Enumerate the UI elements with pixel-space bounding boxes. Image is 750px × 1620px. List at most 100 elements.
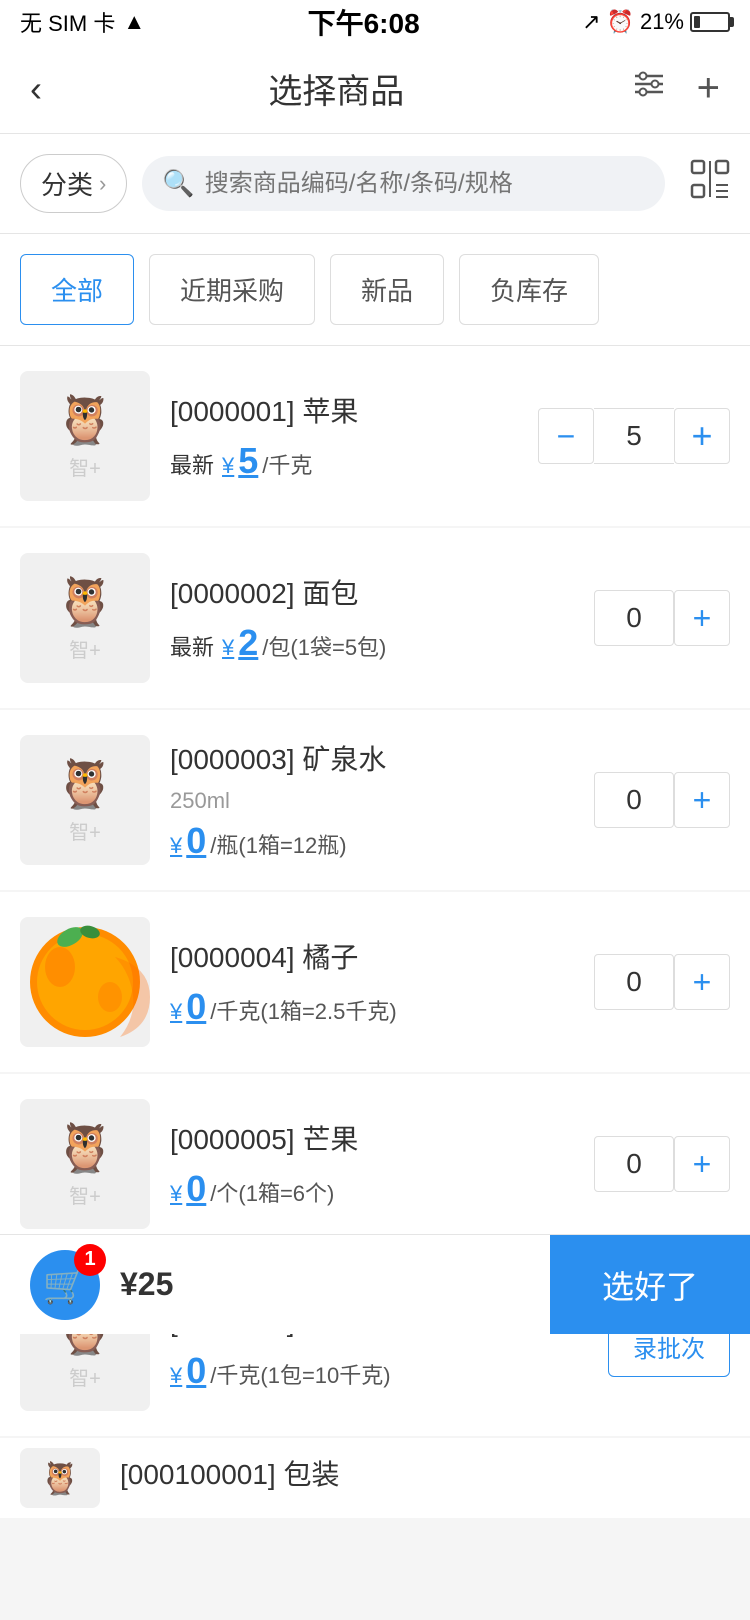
page-title: 选择商品 [268,64,404,113]
price-value: 5 [238,440,258,482]
product-name: [000100001] 包装 [120,1453,730,1493]
price-value: 0 [186,986,206,1028]
product-info: [0000004] 橘子 ¥ 0 /千克(1箱=2.5千克) [170,936,574,1028]
cart-total: ¥25 [120,1266,173,1303]
owl-text: 智+ [69,1180,101,1209]
price-symbol: ¥ [170,1363,182,1389]
product-name: [0000001] 苹果 [170,390,518,430]
tab-all[interactable]: 全部 [20,254,134,325]
tab-new[interactable]: 新品 [330,254,444,325]
status-bar: 无 SIM 卡 ▲ 下午6:08 ↗ ⏰ 21% [0,0,750,44]
cart-badge: 1 [74,1244,106,1276]
product-item: 🦉 智+ [0000003] 矿泉水 250ml ¥ 0 /瓶(1箱=12瓶) … [0,710,750,890]
cart-area: 🛒 1 ¥25 [0,1250,550,1320]
qty-increase-button[interactable]: + [674,772,730,828]
product-name: [0000005] 芒果 [170,1118,574,1158]
product-spec: 250ml [170,788,574,814]
battery-icon [690,12,730,32]
cart-button[interactable]: 🛒 1 [30,1250,100,1320]
search-bar: 🔍 [142,156,665,211]
product-image: 🦉 智+ [20,371,150,501]
product-image: 🦉 智+ [20,1099,150,1229]
product-name: [0000004] 橘子 [170,936,574,976]
price-value: 0 [186,820,206,862]
qty-input[interactable] [594,1136,674,1192]
owl-icon: 🦉 [40,1459,80,1497]
price-value: 0 [186,1350,206,1392]
price-value: 0 [186,1168,206,1210]
price-unit: /千克 [262,448,312,480]
price-unit: /千克(1包=10千克) [210,1358,390,1390]
carrier-text: 无 SIM 卡 [20,6,115,38]
product-image [20,917,150,1047]
location-icon: ↗ [582,9,600,35]
orange-image [20,917,150,1047]
price-symbol: ¥ [222,635,234,661]
price-symbol: ¥ [222,453,234,479]
search-icon: 🔍 [162,168,194,199]
scan-icon[interactable] [690,159,730,208]
back-button[interactable]: ‹ [30,68,42,110]
product-item-partial: 🦉 [000100001] 包装 [0,1438,750,1518]
price-symbol: ¥ [170,833,182,859]
tab-row: 全部 近期采购 新品 负库存 [0,234,750,346]
qty-input[interactable] [594,408,674,464]
nav-bar: ‹ 选择商品 + [0,44,750,134]
status-right: ↗ ⏰ 21% [582,9,730,35]
qty-increase-button[interactable]: + [674,954,730,1010]
product-name: [0000003] 矿泉水 [170,738,574,778]
qty-increase-button[interactable]: + [674,590,730,646]
owl-icon: 🦉 [55,573,115,630]
search-input[interactable] [205,170,645,198]
status-left: 无 SIM 卡 ▲ [20,6,145,38]
product-price: 最新 ¥ 2 /包(1袋=5包) [170,622,574,664]
product-image: 🦉 智+ [20,553,150,683]
product-info: [0000001] 苹果 最新 ¥ 5 /千克 [170,390,518,482]
owl-text: 智+ [69,634,101,663]
product-info: [0000002] 面包 最新 ¥ 2 /包(1袋=5包) [170,572,574,664]
owl-icon: 🦉 [55,755,115,812]
product-image: 🦉 智+ [20,735,150,865]
price-symbol: ¥ [170,999,182,1025]
qty-increase-button[interactable]: + [674,1136,730,1192]
qty-increase-button[interactable]: + [674,408,730,464]
qty-input[interactable] [594,954,674,1010]
quantity-control: + [594,954,730,1010]
product-name: [0000002] 面包 [170,572,574,612]
qty-input[interactable] [594,772,674,828]
battery-percent: 21% [640,9,684,35]
price-unit: /个(1箱=6个) [210,1176,334,1208]
tab-recent[interactable]: 近期采购 [149,254,315,325]
owl-text: 智+ [69,816,101,845]
wifi-icon: ▲ [123,9,145,35]
bottom-bar: 🛒 1 ¥25 选好了 [0,1234,750,1334]
product-image: 🦉 [20,1448,100,1508]
chevron-right-icon: › [99,171,106,197]
product-list: 🦉 智+ [0000001] 苹果 最新 ¥ 5 /千克 − + 🦉 智+ [0,346,750,1620]
qty-input[interactable] [594,590,674,646]
qty-decrease-button[interactable]: − [538,408,594,464]
quantity-control: + [594,1136,730,1192]
filter-icon[interactable] [631,66,667,111]
owl-icon: 🦉 [55,1119,115,1176]
price-label: 最新 [170,630,214,662]
category-label: 分类 [41,165,93,202]
category-button[interactable]: 分类 › [20,154,127,213]
tab-negative[interactable]: 负库存 [459,254,599,325]
quantity-control: − + [538,408,730,464]
quantity-control: + [594,772,730,828]
alarm-icon: ⏰ [607,9,634,35]
owl-icon: 🦉 [55,391,115,448]
product-price: ¥ 0 /个(1箱=6个) [170,1168,574,1210]
product-info: [0000003] 矿泉水 250ml ¥ 0 /瓶(1箱=12瓶) [170,738,574,862]
status-time: 下午6:08 [308,2,420,42]
owl-text: 智+ [69,1362,101,1391]
price-symbol: ¥ [170,1181,182,1207]
add-button[interactable]: + [697,66,720,111]
price-unit: /千克(1箱=2.5千克) [210,994,396,1026]
confirm-button[interactable]: 选好了 [550,1235,750,1334]
product-price: 最新 ¥ 5 /千克 [170,440,518,482]
owl-text: 智+ [69,452,101,481]
price-unit: /包(1袋=5包) [262,630,386,662]
product-item: 🦉 智+ [0000005] 芒果 ¥ 0 /个(1箱=6个) + [0,1074,750,1254]
